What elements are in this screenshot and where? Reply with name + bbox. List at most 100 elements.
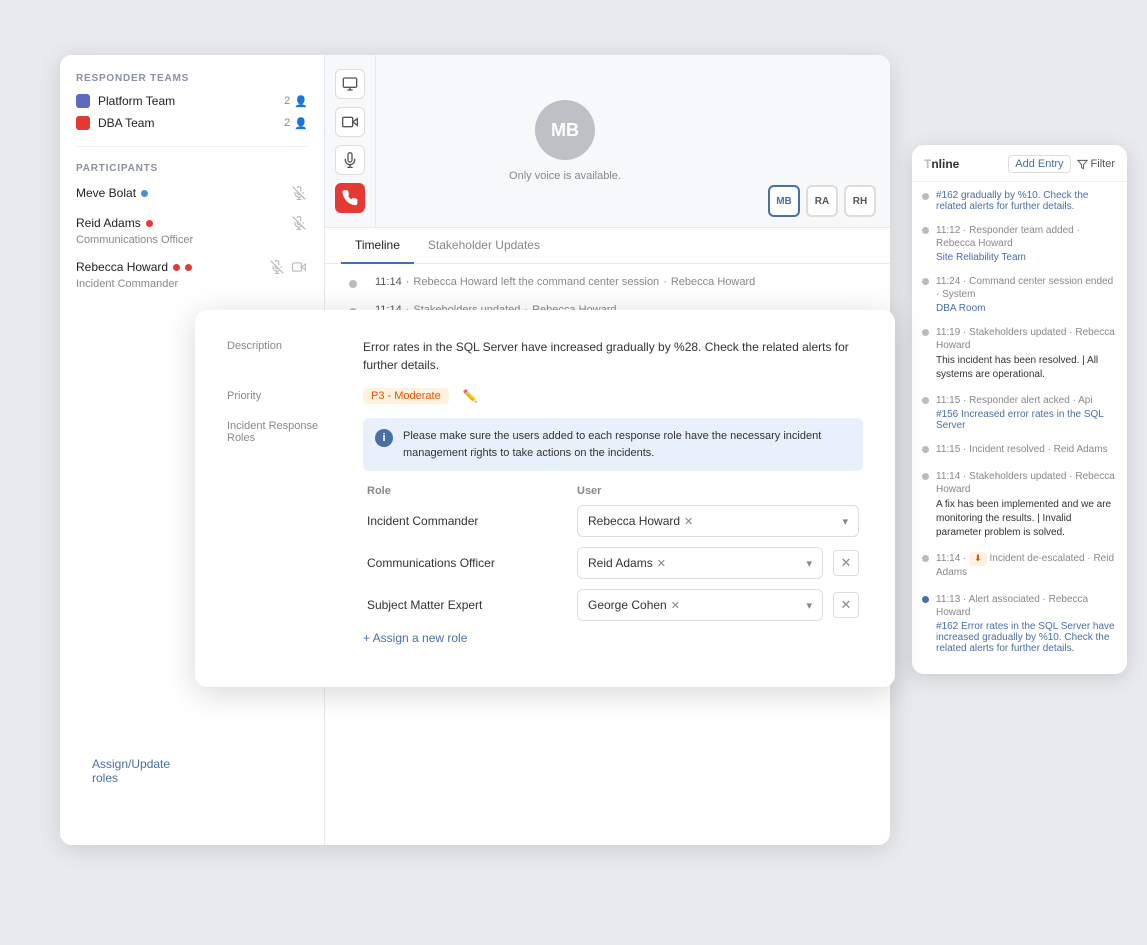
tl-entry-0: 11:14 · Rebecca Howard left the command … bbox=[341, 276, 874, 290]
participant-name-rebecca: Rebecca Howard bbox=[76, 260, 168, 274]
priority-label: Priority bbox=[227, 388, 347, 402]
chevron-0: ▾ bbox=[842, 515, 848, 528]
screen-share-icon[interactable] bbox=[335, 69, 365, 99]
filter-label: Filter bbox=[1091, 158, 1115, 170]
priority-badge: P3 - Moderate bbox=[363, 388, 449, 404]
tl-sep2-0: · bbox=[663, 276, 667, 288]
rp-dot-3 bbox=[922, 329, 929, 336]
rp-meta-1: 11:12 · Responder team added · Rebecca H… bbox=[936, 224, 1117, 250]
rp-meta-3: 11:19 · Stakeholders updated · Rebecca H… bbox=[936, 326, 1117, 352]
mic-btn[interactable] bbox=[335, 145, 365, 175]
tabs-row: Timeline Stakeholder Updates bbox=[325, 228, 890, 264]
mute-icon-meve[interactable] bbox=[290, 184, 308, 202]
voice-center: MB Only voice is available. bbox=[376, 55, 754, 227]
rp-timeline: #162 gradually by %10. Check the related… bbox=[912, 182, 1127, 674]
rp-text-6: A fix has been implemented and we are mo… bbox=[936, 498, 1117, 540]
roles-table: Role User Incident Commander Rebecca How… bbox=[363, 485, 863, 645]
status-dot-meve bbox=[141, 190, 148, 197]
voice-status: Only voice is available. bbox=[509, 170, 621, 182]
rp-dot-0 bbox=[922, 193, 929, 200]
voice-participant-mb[interactable]: MB bbox=[768, 185, 800, 217]
rp-title: Tnline bbox=[924, 157, 959, 171]
participant-reid: Reid Adams Communications Officer bbox=[76, 214, 308, 246]
rp-link-4[interactable]: #156 Increased error rates in the SQL Se… bbox=[936, 409, 1117, 431]
team-item-dba[interactable]: DBA Team 2 👤 bbox=[76, 116, 308, 130]
tl-action-0: Rebecca Howard left the command center s… bbox=[413, 276, 659, 288]
rp-meta-8: 11:13 · Alert associated · Rebecca Howar… bbox=[936, 593, 1117, 619]
assign-roles-link[interactable]: Assign/Update roles bbox=[92, 757, 170, 785]
voice-icons-col bbox=[325, 55, 376, 227]
divider-1 bbox=[76, 146, 308, 147]
voice-avatar: MB bbox=[535, 100, 595, 160]
participant-name-meve: Meve Bolat bbox=[76, 186, 136, 200]
video-btn[interactable] bbox=[335, 107, 365, 137]
edit-priority-icon[interactable]: ✏️ bbox=[463, 389, 478, 403]
roles-row: Incident Response Roles i Please make su… bbox=[227, 418, 863, 645]
role-row-1: Communications Officer Reid Adams ✕ ▾ ✕ bbox=[363, 547, 863, 579]
rp-dot-1 bbox=[922, 227, 929, 234]
lower-panel: Description Error rates in the SQL Serve… bbox=[195, 310, 895, 687]
rp-link-8[interactable]: #162 Error rates in the SQL Server have … bbox=[936, 621, 1117, 654]
role-remove-1[interactable]: ✕ bbox=[657, 557, 666, 570]
description-row: Description Error rates in the SQL Serve… bbox=[227, 338, 863, 374]
role-select-2[interactable]: George Cohen ✕ ▾ bbox=[577, 589, 823, 621]
tl-sep-0: · bbox=[406, 276, 410, 288]
role-user-1: Reid Adams bbox=[588, 556, 653, 570]
role-remove-2[interactable]: ✕ bbox=[671, 599, 680, 612]
role-remove-0[interactable]: ✕ bbox=[684, 515, 693, 528]
info-icon: i bbox=[375, 429, 393, 447]
role-name-1: Communications Officer bbox=[367, 556, 567, 570]
participant-role-reid: Communications Officer bbox=[76, 234, 308, 246]
team-item-platform[interactable]: Platform Team 2 👤 bbox=[76, 94, 308, 108]
rp-header: Tnline Add Entry Filter bbox=[912, 145, 1127, 182]
add-entry-btn[interactable]: Add Entry bbox=[1008, 155, 1070, 173]
role-col-header: Role bbox=[367, 485, 567, 497]
user-col-header: User bbox=[577, 485, 859, 497]
tab-timeline[interactable]: Timeline bbox=[341, 228, 414, 264]
role-name-0: Incident Commander bbox=[367, 514, 567, 528]
rp-link-1[interactable]: Site Reliability Team bbox=[936, 252, 1117, 263]
team-name-dba: DBA Team bbox=[98, 116, 154, 130]
roles-header: Role User bbox=[363, 485, 863, 497]
team-icon-dba: 👤 bbox=[294, 117, 308, 130]
description-label: Description bbox=[227, 338, 347, 352]
rp-entry-8: 11:13 · Alert associated · Rebecca Howar… bbox=[922, 593, 1117, 654]
assign-new-role-btn[interactable]: + Assign a new role bbox=[363, 631, 863, 645]
rp-link-2[interactable]: DBA Room bbox=[936, 303, 1117, 314]
role-name-2: Subject Matter Expert bbox=[367, 598, 567, 612]
rp-entry-7: 11:14 · ⬇ Incident de-escalated · Reid A… bbox=[922, 552, 1117, 581]
incident-response-label: Incident Response Roles bbox=[227, 418, 347, 444]
team-count-dba: 2 bbox=[284, 117, 290, 129]
voice-panel: MB Only voice is available. MB RA RH bbox=[325, 55, 890, 228]
participants-label: PARTICIPANTS bbox=[76, 163, 308, 174]
priority-value: P3 - Moderate bbox=[371, 390, 441, 402]
voice-participant-rh[interactable]: RH bbox=[844, 185, 876, 217]
chevron-2: ▾ bbox=[806, 599, 812, 612]
participant-meve: Meve Bolat bbox=[76, 184, 308, 202]
participant-name-reid: Reid Adams bbox=[76, 216, 141, 230]
status-dot-rebecca-1 bbox=[173, 264, 180, 271]
rp-entry-1: 11:12 · Responder team added · Rebecca H… bbox=[922, 224, 1117, 263]
rp-entry-4: 11:15 · Responder alert acked · Api #156… bbox=[922, 394, 1117, 431]
role-user-0: Rebecca Howard bbox=[588, 514, 680, 528]
rp-meta-7: 11:14 · ⬇ Incident de-escalated · Reid A… bbox=[936, 552, 1117, 579]
filter-btn[interactable]: Filter bbox=[1077, 158, 1115, 170]
phone-btn[interactable] bbox=[335, 183, 365, 213]
remove-btn-2[interactable]: ✕ bbox=[833, 592, 859, 618]
role-select-1[interactable]: Reid Adams ✕ ▾ bbox=[577, 547, 823, 579]
responder-teams-label: RESPONDER TEAMS bbox=[76, 73, 308, 84]
team-dot-blue bbox=[76, 94, 90, 108]
remove-btn-1[interactable]: ✕ bbox=[833, 550, 859, 576]
mute-icon-reid[interactable] bbox=[290, 214, 308, 232]
tl-author-0: Rebecca Howard bbox=[671, 276, 755, 288]
rp-meta-6: 11:14 · Stakeholders updated · Rebecca H… bbox=[936, 470, 1117, 496]
mute-icon-rebecca[interactable] bbox=[268, 258, 286, 276]
rp-dot-4 bbox=[922, 397, 929, 404]
tab-stakeholder[interactable]: Stakeholder Updates bbox=[414, 228, 554, 264]
voice-participant-ra[interactable]: RA bbox=[806, 185, 838, 217]
voice-participants: MB RA RH bbox=[754, 175, 890, 227]
video-icon-rebecca[interactable] bbox=[290, 258, 308, 276]
role-select-0[interactable]: Rebecca Howard ✕ ▾ bbox=[577, 505, 859, 537]
rp-text-3: This incident has been resolved. | All s… bbox=[936, 354, 1117, 382]
rp-link-0[interactable]: #162 gradually by %10. Check the related… bbox=[936, 190, 1117, 212]
